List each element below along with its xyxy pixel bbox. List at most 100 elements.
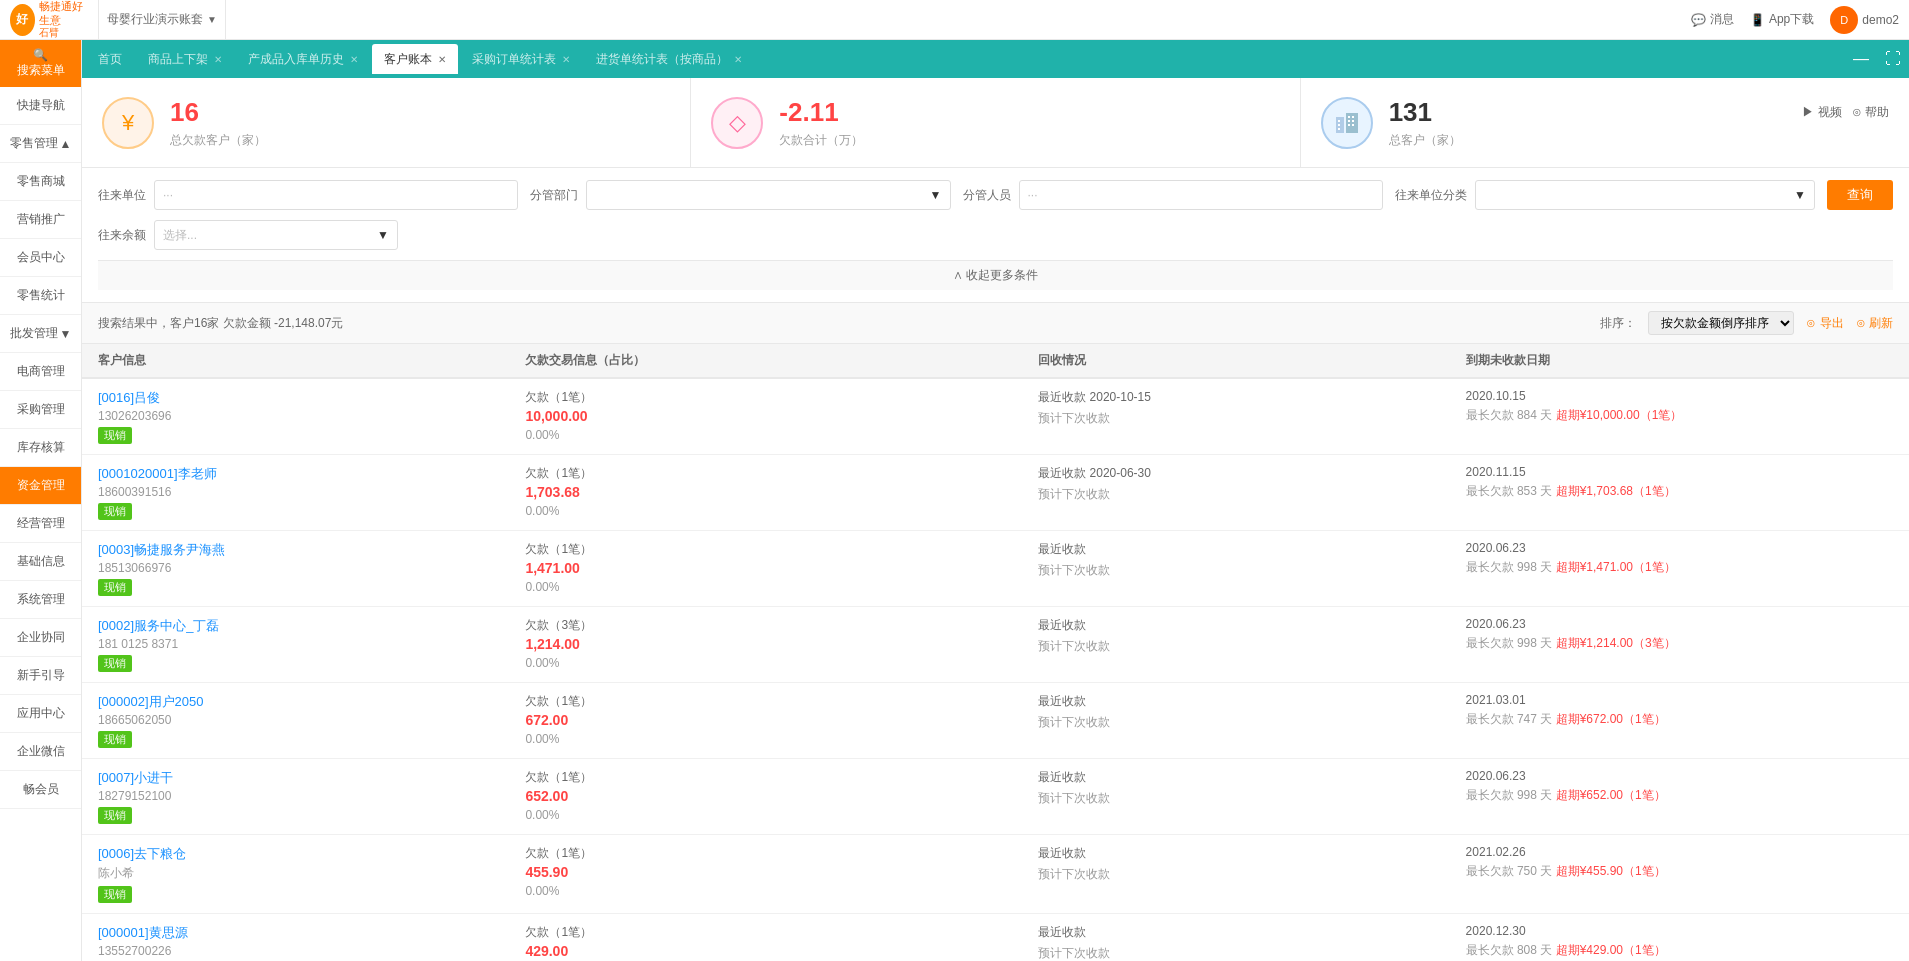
sidebar-item-guide[interactable]: 新手引导 [0,657,81,695]
from-unit-dots: ··· [163,188,173,202]
tab-close-customer-account[interactable]: ✕ [438,54,446,65]
debt-count-c6: 欠款（1笔） [525,769,1038,786]
sidebar-item-operations[interactable]: 经营管理 [0,505,81,543]
industry-arrow-icon: ▼ [207,14,217,25]
from-unit-input[interactable]: ··· [154,180,518,210]
balance-select[interactable]: 选择... ▼ [154,220,398,250]
recovery-date-c5: 最近收款 [1038,693,1465,710]
filter-row-2: 往来余额 选择... ▼ [98,220,398,250]
tab-customer-account[interactable]: 客户账本 ✕ [372,44,458,74]
sort-select[interactable]: 按欠款金额倒序排序 [1648,311,1794,335]
table-row: [0002]服务中心_丁磊 181 0125 8371 现销 欠款（3笔） 1,… [82,607,1909,683]
recovery-c7: 最近收款 预计下次收款 [1038,845,1465,883]
customer-tag-c5: 现销 [98,731,132,748]
from-unit-label: 往来单位 [98,187,146,204]
customer-phone-c3: 18513066976 [98,561,525,575]
sidebar-item-wechat[interactable]: 企业微信 [0,733,81,771]
svg-rect-4 [1338,128,1340,130]
search-button[interactable]: 查询 [1827,180,1893,210]
sidebar-item-enterprise[interactable]: 企业协同 [0,619,81,657]
customer-name-c3[interactable]: [0003]畅捷服务尹海燕 [98,541,525,559]
unit-type-select[interactable]: ▼ [1475,180,1815,210]
customer-name-c2[interactable]: [0001020001]李老师 [98,465,525,483]
due-date-c4: 2020.06.23 [1466,617,1893,631]
sidebar-item-retail-store[interactable]: 零售商城 [0,163,81,201]
sidebar-item-inventory[interactable]: 库存核算 [0,429,81,467]
sidebar-item-quick-nav[interactable]: 快捷导航 [0,87,81,125]
sidebar-item-member[interactable]: 会员中心 [0,239,81,277]
results-summary: 搜索结果中，客户16家 欠款金额 -21,148.07元 [98,315,343,332]
stat-debt-amount-label: 欠款合计（万） [779,132,863,149]
sidebar-item-finance[interactable]: 资金管理 [0,467,81,505]
sidebar-item-app-center[interactable]: 应用中心 [0,695,81,733]
overdue-link-c3[interactable]: 超期¥1,471.00（1笔） [1556,560,1676,574]
help-btn[interactable]: ⊙ 帮助 [1852,104,1889,121]
customer-name-c7[interactable]: [0006]去下粮仓 [98,845,525,863]
overdue-link-c4[interactable]: 超期¥1,214.00（3笔） [1556,636,1676,650]
stat-debt-customers: ¥ 16 总欠款客户（家） [82,78,691,167]
collapse-button[interactable]: ∧ 收起更多条件 [98,260,1893,290]
tab-close-production-history[interactable]: ✕ [350,54,358,65]
tab-purchase-order[interactable]: 采购订单统计表 ✕ [460,44,582,74]
help-icon: ⊙ [1852,105,1862,119]
customer-name-c8[interactable]: [000001]黄思源 [98,924,525,942]
sidebar-item-marketing[interactable]: 营销推广 [0,201,81,239]
results-bar-right: 排序： 按欠款金额倒序排序 ⊙ 导出 ⊙ 刷新 [1600,311,1893,335]
message-btn[interactable]: 💬 消息 [1691,11,1734,28]
export-button[interactable]: ⊙ 导出 [1806,315,1843,332]
overdue-link-c2[interactable]: 超期¥1,703.68（1笔） [1556,484,1676,498]
recovery-next-c5: 预计下次收款 [1038,714,1465,731]
app-download-btn[interactable]: 📱 App下载 [1750,11,1814,28]
person-input[interactable]: ··· [1019,180,1383,210]
sidebar-item-batch-mgmt[interactable]: 批发管理 ▼ [0,315,81,353]
debt-count-c2: 欠款（1笔） [525,465,1038,482]
recovery-next-c2: 预计下次收款 [1038,486,1465,503]
logo-icon: 好 [10,4,35,36]
tab-close-purchase-order[interactable]: ✕ [562,54,570,65]
overdue-link-c5[interactable]: 超期¥672.00（1笔） [1556,712,1666,726]
tab-stock-stats[interactable]: 进货单统计表（按商品） ✕ [584,44,754,74]
industry-selector[interactable]: 母婴行业演示账套 ▼ [98,0,226,39]
diamond-icon: ◇ [729,110,746,136]
due-c1: 2020.10.15 最长欠款 884 天 超期¥10,000.00（1笔） [1466,389,1893,424]
tab-product-publish[interactable]: 商品上下架 ✕ [136,44,234,74]
debt-percent-c3: 0.00% [525,580,1038,594]
top-bar: 好 畅捷通好生意 石臂 母婴行业演示账套 ▼ 💬 消息 📱 App下载 D de… [0,0,1909,40]
stat-help-area: ▶ 视频 ⊙ 帮助 [1802,104,1889,121]
tab-maximize-btn[interactable]: ⛶ [1881,46,1905,72]
recovery-date-c8: 最近收款 [1038,924,1465,941]
dept-select[interactable]: ▼ [586,180,950,210]
refresh-button[interactable]: ⊙ 刷新 [1856,315,1893,332]
customer-name-c5[interactable]: [000002]用户2050 [98,693,525,711]
due-days-c2: 最长欠款 853 天 超期¥1,703.68（1笔） [1466,483,1893,500]
overdue-link-c8[interactable]: 超期¥429.00（1笔） [1556,943,1666,957]
sidebar-item-purchase[interactable]: 采购管理 [0,391,81,429]
svg-rect-6 [1352,116,1354,118]
sidebar-item-basic-info[interactable]: 基础信息 [0,543,81,581]
sidebar-search[interactable]: 🔍 搜索菜单 [0,40,81,87]
overdue-link-c6[interactable]: 超期¥652.00（1笔） [1556,788,1666,802]
svg-rect-8 [1352,120,1354,122]
tab-minimize-btn[interactable]: — [1849,46,1873,72]
customer-name-c4[interactable]: [0002]服务中心_丁磊 [98,617,525,635]
overdue-link-c7[interactable]: 超期¥455.90（1笔） [1556,864,1666,878]
recovery-next-c6: 预计下次收款 [1038,790,1465,807]
svg-rect-2 [1338,120,1340,122]
sidebar-item-member2[interactable]: 畅会员 [0,771,81,809]
tab-home[interactable]: 首页 [86,44,134,74]
table-row: [000001]黄思源 13552700226 现销 欠款（1笔） 429.00… [82,914,1909,961]
table-row: [0003]畅捷服务尹海燕 18513066976 现销 欠款（1笔） 1,47… [82,531,1909,607]
tab-close-stock-stats[interactable]: ✕ [734,54,742,65]
sidebar-item-retail-mgmt[interactable]: 零售管理 ▲ [0,125,81,163]
view-btn[interactable]: ▶ 视频 [1802,104,1841,121]
customer-phone-c4: 181 0125 8371 [98,637,525,651]
sidebar-item-system[interactable]: 系统管理 [0,581,81,619]
customer-name-c1[interactable]: [0016]吕俊 [98,389,525,407]
overdue-link-c1[interactable]: 超期¥10,000.00（1笔） [1556,408,1683,422]
tab-close-product-publish[interactable]: ✕ [214,54,222,65]
sidebar-item-ecommerce[interactable]: 电商管理 [0,353,81,391]
user-profile[interactable]: D demo2 [1830,6,1899,34]
sidebar-item-retail-stats[interactable]: 零售统计 [0,277,81,315]
tab-production-history[interactable]: 产成品入库单历史 ✕ [236,44,370,74]
customer-name-c6[interactable]: [0007]小进干 [98,769,525,787]
